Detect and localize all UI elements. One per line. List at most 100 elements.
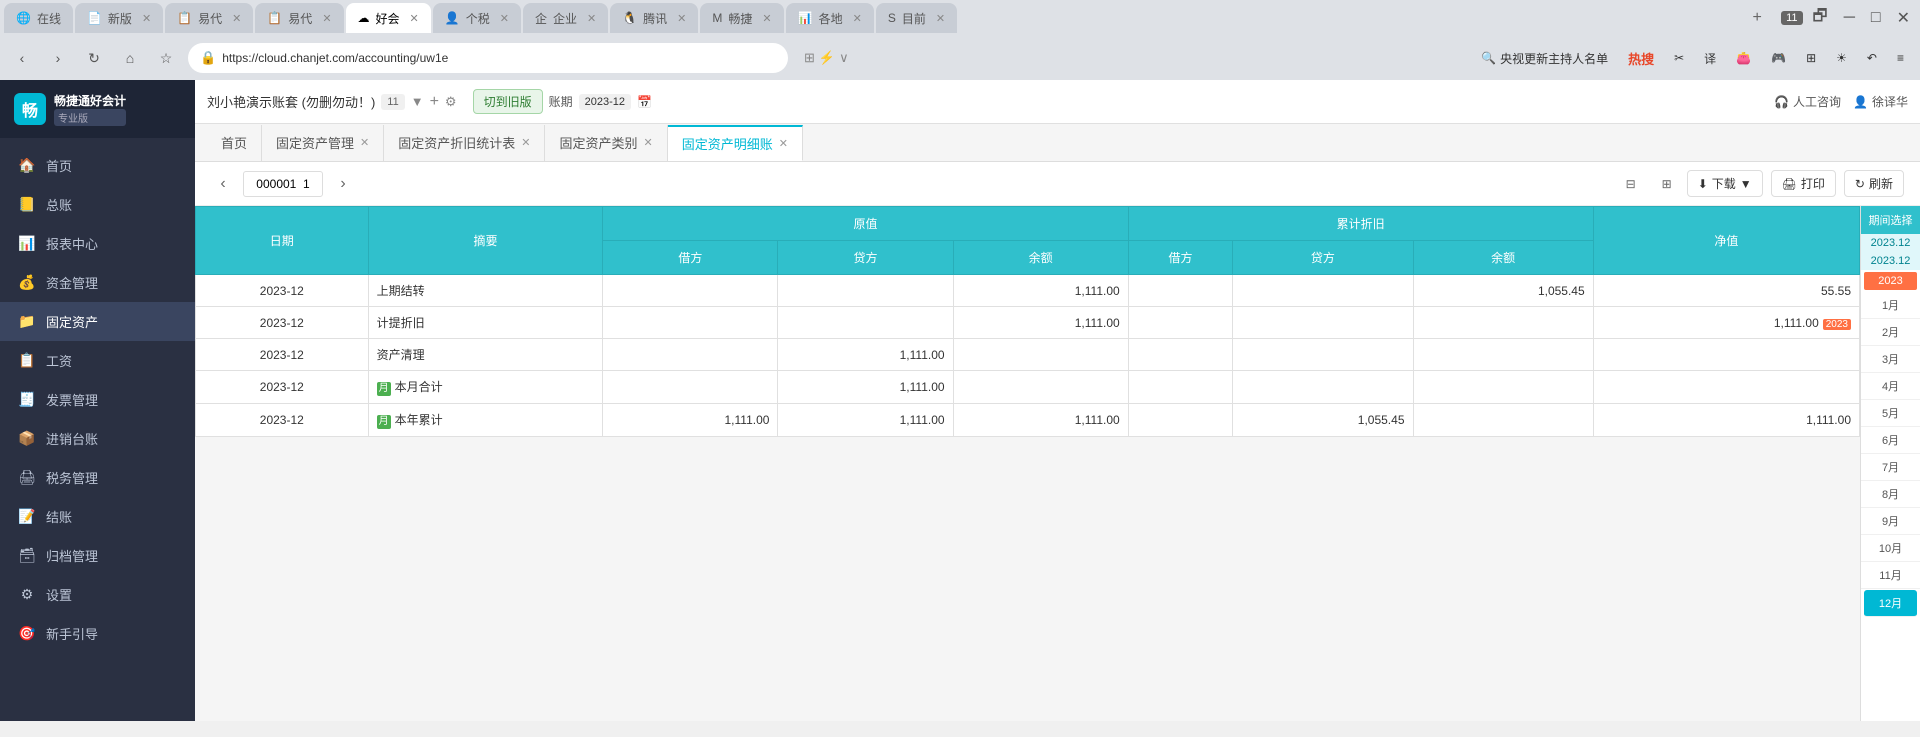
sidebar-item-发票管理[interactable]: 🧾发票管理	[0, 380, 195, 419]
sidebar-item-进销台账[interactable]: 📦进销台账	[0, 419, 195, 458]
tab-close-5[interactable]: ✕	[500, 12, 509, 25]
home-button[interactable]: ⌂	[116, 44, 144, 72]
tab-close-3[interactable]: ✕	[322, 12, 331, 25]
wallet-btn[interactable]: 👛	[1728, 44, 1759, 72]
grid-btn[interactable]: ⊞	[1798, 44, 1824, 72]
table-area: 日期摘要原值累计折旧净值借方贷方余额借方贷方余额2023-12上期结转1,111…	[195, 206, 1920, 721]
page-tab-close-1[interactable]: ✕	[360, 136, 369, 149]
tab-close-2[interactable]: ✕	[232, 12, 241, 25]
period-month-3月[interactable]: 3月	[1861, 346, 1920, 373]
browser-tab-3[interactable]: 📋易代✕	[255, 3, 343, 33]
forward-button[interactable]: ›	[44, 44, 72, 72]
tab-close-1[interactable]: ✕	[142, 12, 151, 25]
browser-tab-8[interactable]: M畅捷✕	[700, 3, 783, 33]
service-btn[interactable]: 🎧 人工咨询	[1774, 93, 1841, 110]
menu-btn[interactable]: ≡	[1889, 44, 1912, 72]
bookmark-button[interactable]: ☆	[152, 44, 180, 72]
address-input[interactable]: 🔒 https://cloud.chanjet.com/accounting/u…	[188, 43, 788, 73]
page-input[interactable]	[243, 171, 323, 197]
download-btn[interactable]: ⬇ 下载 ▼	[1687, 170, 1763, 197]
sidebar-item-结账[interactable]: 📝结账	[0, 497, 195, 536]
next-record-btn[interactable]: ›	[331, 172, 355, 196]
table-scroll[interactable]: 日期摘要原值累计折旧净值借方贷方余额借方贷方余额2023-12上期结转1,111…	[195, 206, 1860, 721]
page-tab-1[interactable]: 固定资产管理✕	[262, 125, 384, 161]
tab-close-9[interactable]: ✕	[853, 12, 862, 25]
browser-tab-7[interactable]: 🐧腾讯✕	[610, 3, 698, 33]
th-净值: 净值	[1593, 207, 1859, 275]
browser-tab-0[interactable]: 🌐在线	[4, 3, 73, 33]
refresh-btn[interactable]: ↻ 刷新	[1844, 170, 1904, 197]
history-btn[interactable]: ↶	[1859, 44, 1885, 72]
tab-close-7[interactable]: ✕	[677, 12, 686, 25]
tab-close-4[interactable]: ✕	[410, 12, 419, 25]
window-close-btn[interactable]: ✕	[1891, 8, 1916, 28]
cell-2-6	[1233, 339, 1413, 371]
period-month-8月[interactable]: 8月	[1861, 481, 1920, 508]
page-tab-close-4[interactable]: ✕	[779, 137, 788, 150]
theme-btn[interactable]: ☀	[1828, 44, 1855, 72]
cell-0-3	[778, 275, 953, 307]
sidebar-item-总账[interactable]: 📒总账	[0, 185, 195, 224]
page-tab-3[interactable]: 固定资产类别✕	[545, 125, 667, 161]
period-month-6月[interactable]: 6月	[1861, 427, 1920, 454]
collapse-btn[interactable]: ⊟	[1619, 172, 1643, 196]
period-month-1月[interactable]: 1月	[1861, 292, 1920, 319]
sidebar-item-资金管理[interactable]: 💰资金管理	[0, 263, 195, 302]
browser-tab-6[interactable]: 企企业✕	[523, 3, 608, 33]
sidebar-item-报表中心[interactable]: 📊报表中心	[0, 224, 195, 263]
browser-tab-10[interactable]: S目前✕	[876, 3, 957, 33]
page-tab-close-2[interactable]: ✕	[521, 136, 530, 149]
window-minimize-btn[interactable]: ─	[1838, 9, 1861, 27]
sidebar-item-归档管理[interactable]: 🗃归档管理	[0, 536, 195, 575]
window-restore-btn[interactable]: 🗗	[1807, 5, 1834, 32]
hot-search-btn[interactable]: 热搜	[1620, 44, 1662, 72]
period-month-10月[interactable]: 10月	[1861, 535, 1920, 562]
sidebar-item-工资[interactable]: 📋工资	[0, 341, 195, 380]
browser-tab-5[interactable]: 👤个税✕	[433, 3, 521, 33]
page-tab-2[interactable]: 固定资产折旧统计表✕	[384, 125, 545, 161]
dropdown-arrow[interactable]: ▼	[411, 94, 424, 109]
sidebar-item-新手引导[interactable]: 🎯新手引导	[0, 614, 195, 653]
period-year-2023[interactable]: 2023	[1864, 272, 1917, 290]
tab-close-8[interactable]: ✕	[762, 12, 771, 25]
browser-tab-2[interactable]: 📋易代✕	[165, 3, 253, 33]
browser-tab-4[interactable]: ☁好会✕	[346, 3, 431, 33]
search-bar[interactable]: 🔍 央视更新主持人名单	[1473, 44, 1616, 72]
scissors-btn[interactable]: ✂	[1666, 44, 1692, 72]
browser-tab-9[interactable]: 📊各地✕	[786, 3, 874, 33]
sidebar-item-固定资产[interactable]: 📁固定资产	[0, 302, 195, 341]
window-maximize-btn[interactable]: □	[1865, 9, 1887, 27]
period-month-5月[interactable]: 5月	[1861, 400, 1920, 427]
cell-0-2	[603, 275, 778, 307]
back-button[interactable]: ‹	[8, 44, 36, 72]
period-month-9月[interactable]: 9月	[1861, 508, 1920, 535]
reload-button[interactable]: ↻	[80, 44, 108, 72]
translate-btn[interactable]: 译	[1696, 44, 1724, 72]
page-tab-0[interactable]: 首页	[207, 125, 262, 161]
game-btn[interactable]: 🎮	[1763, 44, 1794, 72]
expand-btn[interactable]: ⊞	[1655, 172, 1679, 196]
calendar-icon[interactable]: 📅	[637, 95, 652, 109]
tab-close-6[interactable]: ✕	[587, 12, 596, 25]
tab-close-10[interactable]: ✕	[936, 12, 945, 25]
dropdown-icon[interactable]: ∨	[839, 50, 849, 66]
period-month-11月[interactable]: 11月	[1861, 562, 1920, 589]
prev-record-btn[interactable]: ‹	[211, 172, 235, 196]
sidebar-item-税务管理[interactable]: 🖨税务管理	[0, 458, 195, 497]
period-month-4月[interactable]: 4月	[1861, 373, 1920, 400]
sidebar-item-首页[interactable]: 🏠首页	[0, 146, 195, 185]
page-tab-close-3[interactable]: ✕	[644, 136, 653, 149]
period-month-12月[interactable]: 12月	[1864, 590, 1917, 617]
browser-tab-1[interactable]: 📄新版✕	[75, 3, 163, 33]
settings-icon[interactable]: ⚙	[445, 94, 457, 110]
period-value: 2023-12	[579, 94, 631, 110]
switch-version-btn[interactable]: 切到旧版	[473, 89, 543, 114]
page-tab-4[interactable]: 固定资产明细账✕	[668, 125, 803, 161]
user-btn[interactable]: 👤 徐译华	[1853, 93, 1908, 110]
print-btn[interactable]: 🖨 打印	[1771, 170, 1836, 197]
new-tab-button[interactable]: +	[1743, 4, 1771, 32]
period-month-2月[interactable]: 2月	[1861, 319, 1920, 346]
sidebar-item-设置[interactable]: ⚙设置	[0, 575, 195, 614]
add-company-btn[interactable]: +	[430, 93, 439, 111]
period-month-7月[interactable]: 7月	[1861, 454, 1920, 481]
